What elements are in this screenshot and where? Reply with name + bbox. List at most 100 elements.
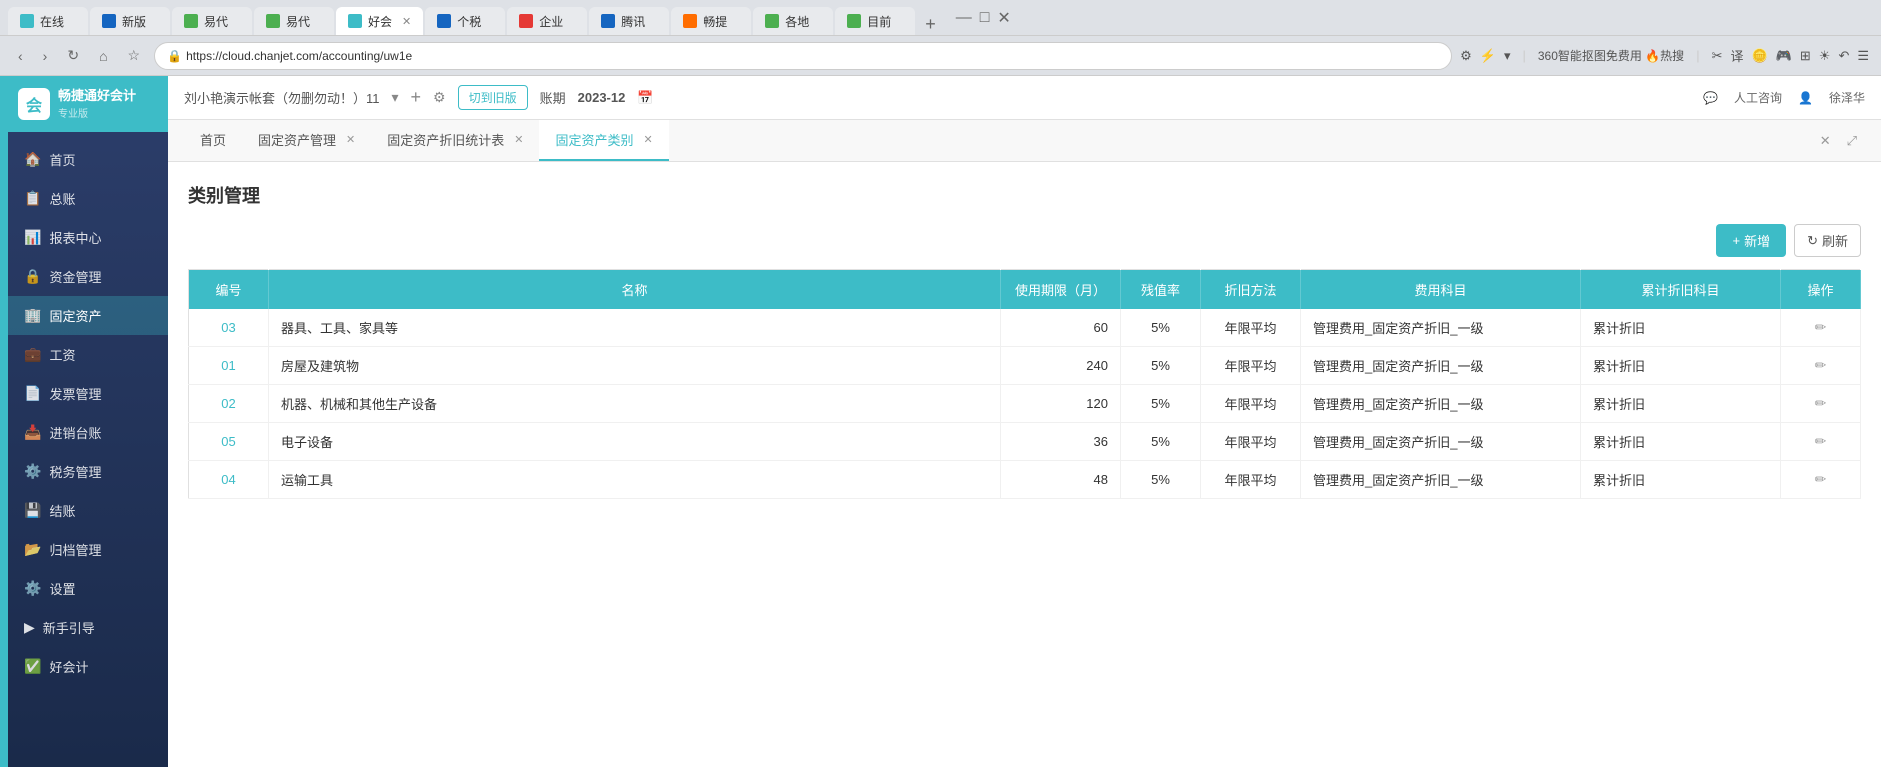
extensions-icon[interactable]: ⚙: [1460, 48, 1472, 64]
table-body: 03 器具、工具、家具等 60 5% 年限平均 管理费用_固定资产折旧_一级 累…: [189, 309, 1861, 499]
app-tab-category-close[interactable]: ✕: [644, 133, 653, 146]
translate-icon[interactable]: 译: [1730, 46, 1743, 65]
sidebar-item-invoice[interactable]: 📄 发票管理: [8, 374, 168, 413]
browser-tab-11[interactable]: 目前: [835, 7, 915, 35]
edit-icon-1[interactable]: ✏: [1815, 357, 1827, 373]
cell-accum-1: 累计折旧: [1581, 347, 1781, 385]
tab-close-5[interactable]: ✕: [402, 15, 411, 28]
coin-icon[interactable]: 🪙: [1752, 48, 1768, 64]
sidebar-item-archive[interactable]: 📂 归档管理: [8, 530, 168, 569]
table-header-row: 编号 名称 使用期限（月） 残值率 折旧方法 费用科目 累计折旧科目 操作: [189, 270, 1861, 310]
tab-nav-expand-icon[interactable]: ⤢: [1839, 125, 1865, 157]
th-expense: 费用科目: [1301, 270, 1581, 310]
add-button[interactable]: + 新增: [1716, 224, 1786, 257]
game-icon[interactable]: 🎮: [1776, 48, 1792, 64]
sidebar-item-closing[interactable]: 💾 结账: [8, 491, 168, 530]
bookmark-button[interactable]: ☆: [122, 43, 147, 68]
service-label[interactable]: 人工咨询: [1734, 89, 1782, 106]
forward-button[interactable]: ›: [37, 44, 54, 68]
browser-tab-1[interactable]: 在线: [8, 7, 88, 35]
grid-icon[interactable]: ⊞: [1800, 48, 1811, 64]
browser-tab-3[interactable]: 易代: [172, 7, 252, 35]
add-account-button[interactable]: +: [411, 87, 422, 108]
cell-method-2: 年限平均: [1201, 385, 1301, 423]
sidebar-label-closing: 结账: [49, 501, 75, 520]
lightning-icon[interactable]: ⚡: [1480, 48, 1496, 64]
app-tab-depreciation[interactable]: 固定资产折旧统计表 ✕: [371, 120, 539, 161]
cell-expense-3: 管理费用_固定资产折旧_一级: [1301, 423, 1581, 461]
home-button[interactable]: ⌂: [93, 44, 113, 68]
browser-tab-2[interactable]: 新版: [90, 7, 170, 35]
minimize-button[interactable]: —: [956, 9, 972, 27]
sidebar-item-tax[interactable]: ⚙️ 税务管理: [8, 452, 168, 491]
topbar-right: 💬 人工咨询 👤 徐泽华: [1703, 89, 1865, 106]
table-row: 05 电子设备 36 5% 年限平均 管理费用_固定资产折旧_一级 累计折旧 ✏: [189, 423, 1861, 461]
app-tab-fixed-mgmt-close[interactable]: ✕: [346, 133, 355, 146]
cell-method-3: 年限平均: [1201, 423, 1301, 461]
edit-icon-2[interactable]: ✏: [1815, 395, 1827, 411]
period-value: 2023-12: [578, 90, 626, 105]
cell-code-4[interactable]: 04: [189, 461, 269, 499]
refresh-icon: ↻: [1807, 233, 1818, 249]
edit-icon-3[interactable]: ✏: [1815, 433, 1827, 449]
category-table: 编号 名称 使用期限（月） 残值率 折旧方法 费用科目 累计折旧科目 操作 03…: [188, 269, 1861, 499]
period-label: 账期: [540, 88, 566, 107]
app-tab-category[interactable]: 固定资产类别 ✕: [539, 120, 668, 161]
menu-icon[interactable]: ☰: [1857, 48, 1869, 64]
cell-code-1[interactable]: 01: [189, 347, 269, 385]
browser-tab-9[interactable]: 畅提: [671, 7, 751, 35]
browser-tab-label-10: 各地: [785, 13, 809, 30]
cell-code-0[interactable]: 03: [189, 309, 269, 347]
new-tab-button[interactable]: +: [917, 14, 944, 35]
maximize-button[interactable]: □: [980, 9, 990, 27]
sidebar-item-home[interactable]: 🏠 首页: [8, 140, 168, 179]
browser-tab-5[interactable]: 好会 ✕: [336, 7, 423, 35]
cell-action-4: ✏: [1781, 461, 1861, 499]
sun-icon[interactable]: ☀: [1819, 48, 1831, 64]
app-tab-depreciation-close[interactable]: ✕: [514, 133, 523, 146]
browser-tab-8[interactable]: 腾讯: [589, 7, 669, 35]
address-input[interactable]: 🔒 https://cloud.chanjet.com/accounting/u…: [154, 42, 1452, 70]
calendar-icon[interactable]: 📅: [637, 90, 653, 106]
switch-to-old-button[interactable]: 切到旧版: [458, 85, 528, 110]
refresh-button[interactable]: ↻ 刷新: [1794, 224, 1861, 257]
browser-tab-10[interactable]: 各地: [753, 7, 833, 35]
browser-tab-6[interactable]: 个税: [425, 7, 505, 35]
sidebar-label-tax: 税务管理: [49, 462, 101, 481]
dropdown-arrow[interactable]: ▾: [1504, 48, 1511, 64]
app-tab-home[interactable]: 首页: [184, 120, 242, 161]
sidebar-item-payroll[interactable]: 💼 工资: [8, 335, 168, 374]
tab-nav-close-icon[interactable]: ✕: [1812, 125, 1839, 157]
cell-code-2[interactable]: 02: [189, 385, 269, 423]
app-tab-fixed-mgmt[interactable]: 固定资产管理 ✕: [242, 120, 371, 161]
cell-action-1: ✏: [1781, 347, 1861, 385]
reports-icon: 📊: [24, 229, 41, 246]
browser-tab-7[interactable]: 企业: [507, 7, 587, 35]
sidebar-item-ledger[interactable]: 📋 总账: [8, 179, 168, 218]
edit-icon-0[interactable]: ✏: [1815, 319, 1827, 335]
sidebar-item-inventory[interactable]: 📥 进销台账: [8, 413, 168, 452]
undo-icon[interactable]: ↶: [1838, 48, 1849, 64]
sidebar-label-invoice: 发票管理: [49, 384, 101, 403]
cell-code-3[interactable]: 05: [189, 423, 269, 461]
sidebar-item-settings[interactable]: ⚙️ 设置: [8, 569, 168, 608]
ssl-icon: 🔒: [167, 49, 182, 63]
reload-button[interactable]: ↻: [61, 43, 85, 68]
sidebar-item-good-accounting[interactable]: ✅ 好会计: [8, 647, 168, 686]
edit-icon-4[interactable]: ✏: [1815, 471, 1827, 487]
close-window-button[interactable]: ✕: [997, 8, 1010, 28]
sidebar-item-guide[interactable]: ▶ 新手引导: [8, 608, 168, 647]
address-bar-row: ‹ › ↻ ⌂ ☆ 🔒 https://cloud.chanjet.com/ac…: [0, 36, 1881, 76]
settings-gear-icon[interactable]: ⚙: [433, 89, 446, 106]
dropdown-arrow-icon[interactable]: ▾: [392, 89, 399, 106]
browser-tab-label-1: 在线: [40, 13, 64, 30]
sidebar-item-funds[interactable]: 🔒 资金管理: [8, 257, 168, 296]
funds-icon: 🔒: [24, 268, 41, 285]
sidebar-item-reports[interactable]: 📊 报表中心: [8, 218, 168, 257]
sidebar-item-fixed-assets[interactable]: 🏢 固定资产: [8, 296, 168, 335]
back-button[interactable]: ‹: [12, 44, 29, 68]
table-row: 02 机器、机械和其他生产设备 120 5% 年限平均 管理费用_固定资产折旧_…: [189, 385, 1861, 423]
scissors-icon[interactable]: ✂: [1712, 48, 1723, 64]
browser-tab-4[interactable]: 易代: [254, 7, 334, 35]
tax-icon: ⚙️: [24, 463, 41, 480]
